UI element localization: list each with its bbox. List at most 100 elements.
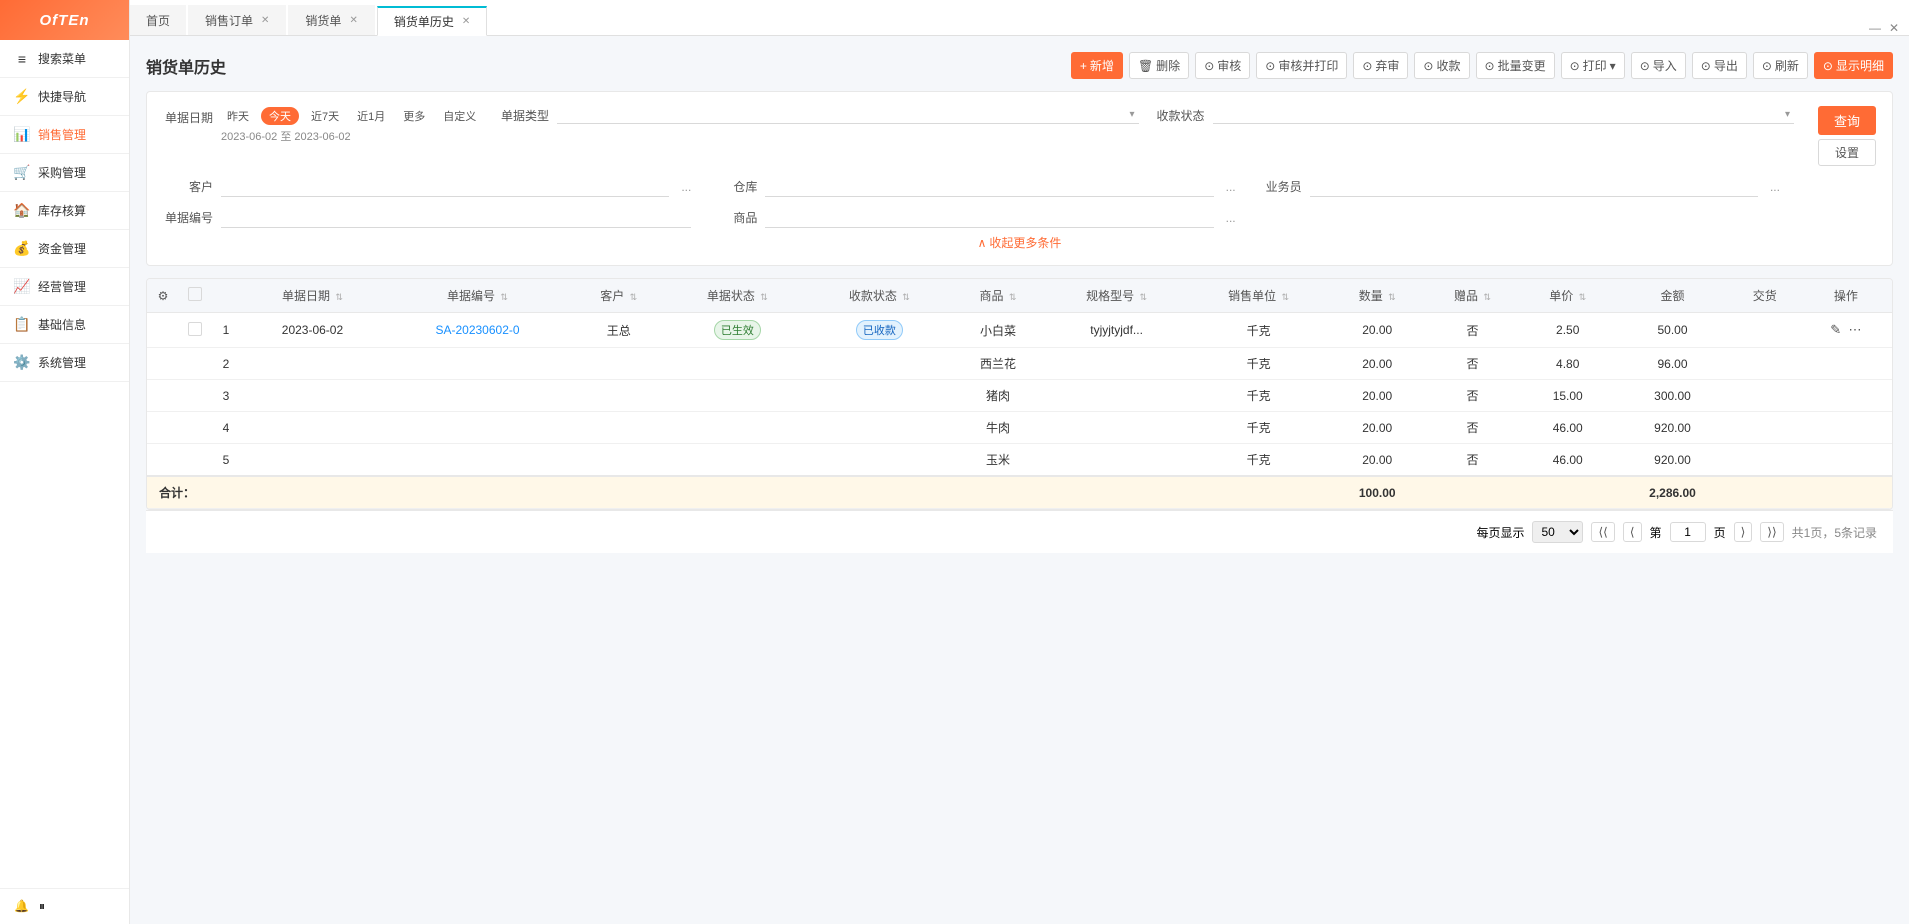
notification-icon[interactable]: 🔔 (14, 899, 29, 914)
sidebar-item-sales-mgmt[interactable]: 📊 销售管理 (0, 116, 129, 154)
date-7days[interactable]: 近7天 (305, 106, 345, 126)
row1-checkbox[interactable] (179, 313, 211, 348)
row1-checkbox-ctrl[interactable] (188, 322, 202, 336)
customer-input[interactable] (221, 176, 669, 197)
col-goods[interactable]: 商品 ⇅ (950, 279, 1045, 313)
abandon-button[interactable]: ⊙ 弃审 (1353, 52, 1408, 79)
import-button[interactable]: ⊙ 导入 (1631, 52, 1686, 79)
tab-sales-goods[interactable]: 销货单 ✕ (288, 5, 374, 35)
col-customer[interactable]: 客户 ⇅ (571, 279, 666, 313)
query-button[interactable]: 查询 (1818, 106, 1876, 135)
col-spec[interactable]: 规格型号 ⇅ (1046, 279, 1188, 313)
col-payment-status[interactable]: 收款状态 ⇅ (808, 279, 950, 313)
doc-no-input[interactable] (221, 207, 691, 228)
export-label: 导出 (1714, 57, 1738, 74)
sidebar-item-label: 库存核算 (38, 202, 86, 219)
basic-info-icon: 📋 (14, 317, 30, 333)
tab-sales-goods-close[interactable]: ✕ (349, 15, 357, 26)
page-number-input[interactable] (1670, 522, 1706, 542)
page-prev-button[interactable]: ⟨ (1623, 522, 1642, 542)
col-checkbox[interactable] (179, 279, 211, 313)
page-size-select[interactable]: 50 20 100 (1532, 521, 1583, 543)
row1-doc-no-link[interactable]: SA-20230602-0 (435, 323, 519, 337)
row2-checkbox[interactable] (179, 348, 211, 380)
sidebar-item-ops-mgmt[interactable]: 📈 经营管理 (0, 268, 129, 306)
sidebar-item-quick-nav[interactable]: ⚡ 快捷导航 (0, 78, 129, 116)
date-today[interactable]: 今天 (261, 107, 299, 125)
row4-payment-status (808, 412, 950, 444)
row1-more-icon[interactable]: ⋯ (1847, 320, 1864, 339)
sidebar-item-basic-info[interactable]: 📋 基础信息 (0, 306, 129, 344)
delete-button[interactable]: 🗑 删除 (1129, 52, 1189, 79)
tab-close-all-icon[interactable]: ✕ (1889, 21, 1899, 35)
sidebar-item-finance-mgmt[interactable]: 💰 资金管理 (0, 230, 129, 268)
col-qty[interactable]: 数量 ⇅ (1330, 279, 1425, 313)
page-next-button[interactable]: ⟩ (1734, 522, 1753, 542)
collect-label: 收款 (1436, 57, 1460, 74)
col-unit-label: 销售单位 (1228, 289, 1276, 303)
goods-input[interactable] (765, 207, 1213, 228)
col-gift[interactable]: 赠品 ⇅ (1425, 279, 1520, 313)
collect-button[interactable]: ⊙ 收款 (1414, 52, 1469, 79)
staff-input[interactable] (1310, 176, 1758, 197)
sidebar-item-sys-mgmt[interactable]: ⚙️ 系统管理 (0, 344, 129, 382)
col-action-label: 操作 (1834, 289, 1858, 303)
warehouse-dots[interactable]: ... (1226, 180, 1236, 194)
refresh-button[interactable]: ⊙ 刷新 (1753, 52, 1808, 79)
pause-icon[interactable]: ⏸ (39, 899, 45, 914)
tab-sales-history[interactable]: 销货单历史 ✕ (377, 6, 487, 36)
header-checkbox[interactable] (188, 287, 202, 301)
page-first-button[interactable]: ⟨⟨ (1591, 522, 1614, 542)
row5-checkbox[interactable] (179, 444, 211, 477)
audit-print-button[interactable]: ⊙ 审核并打印 (1256, 52, 1347, 79)
row3-amount: 300.00 (1615, 380, 1729, 412)
row1-edit-icon[interactable]: ✎ (1828, 320, 1843, 339)
row4-checkbox[interactable] (179, 412, 211, 444)
tab-home[interactable]: 首页 (130, 5, 186, 35)
export-button[interactable]: ⊙ 导出 (1692, 52, 1747, 79)
row1-doc-date: 2023-06-02 (241, 313, 384, 348)
row1-doc-no[interactable]: SA-20230602-0 (384, 313, 571, 348)
payment-status-select[interactable]: ▾ (1213, 106, 1795, 124)
customer-dots[interactable]: ... (681, 180, 691, 194)
tab-sales-order[interactable]: 销售订单 ✕ (188, 5, 286, 35)
col-price-label: 单价 (1549, 289, 1573, 303)
audit-button[interactable]: ⊙ 审核 (1195, 52, 1250, 79)
page-last-button[interactable]: ⟩⟩ (1760, 522, 1783, 542)
col-unit[interactable]: 销售单位 ⇅ (1188, 279, 1330, 313)
col-settings[interactable]: ⚙ (147, 279, 179, 313)
print-button[interactable]: ⊙ 打印 ▾ (1561, 52, 1625, 79)
doc-type-select[interactable]: ▾ (557, 106, 1139, 124)
staff-dots[interactable]: ... (1770, 180, 1780, 194)
tab-sales-order-close[interactable]: ✕ (261, 15, 269, 26)
settings-gear-icon[interactable]: ⚙ (158, 289, 169, 303)
new-button[interactable]: + 新增 (1071, 52, 1123, 79)
batch-change-button[interactable]: ⊙ 批量变更 (1476, 52, 1555, 79)
row3-checkbox[interactable] (179, 380, 211, 412)
summary-total-amount: 2,286.00 (1615, 476, 1729, 509)
row2-payment-status (808, 348, 950, 380)
col-doc-date-label: 单据日期 (282, 289, 330, 303)
date-yesterday[interactable]: 昨天 (221, 106, 255, 126)
settings-button[interactable]: 设置 (1818, 139, 1876, 166)
col-doc-status[interactable]: 单据状态 ⇅ (666, 279, 808, 313)
col-doc-no[interactable]: 单据编号 ⇅ (384, 279, 571, 313)
date-more[interactable]: 更多 (397, 106, 431, 126)
sidebar-item-search-menu[interactable]: ≡ 搜索菜单 (0, 40, 129, 78)
date-custom[interactable]: 自定义 (437, 106, 482, 126)
col-price[interactable]: 单价 ⇅ (1520, 279, 1615, 313)
date-1month[interactable]: 近1月 (351, 106, 391, 126)
row3-payment-status (808, 380, 950, 412)
sidebar-item-purchase-mgmt[interactable]: 🛒 采购管理 (0, 154, 129, 192)
sidebar-item-inventory-calc[interactable]: 🏠 库存核算 (0, 192, 129, 230)
goods-dots[interactable]: ... (1226, 211, 1236, 225)
payment-status-arrow-icon: ▾ (1785, 109, 1790, 120)
row2-settings (147, 348, 179, 380)
tab-sales-history-close[interactable]: ✕ (462, 16, 470, 27)
warehouse-input[interactable] (765, 176, 1213, 197)
collapse-button[interactable]: ∧ 收起更多条件 (978, 234, 1062, 251)
tab-minimize-icon[interactable]: — (1869, 21, 1881, 35)
col-doc-date[interactable]: 单据日期 ⇅ (241, 279, 384, 313)
show-detail-button[interactable]: ⊙ 显示明细 (1814, 52, 1893, 79)
row1-unit: 千克 (1188, 313, 1330, 348)
